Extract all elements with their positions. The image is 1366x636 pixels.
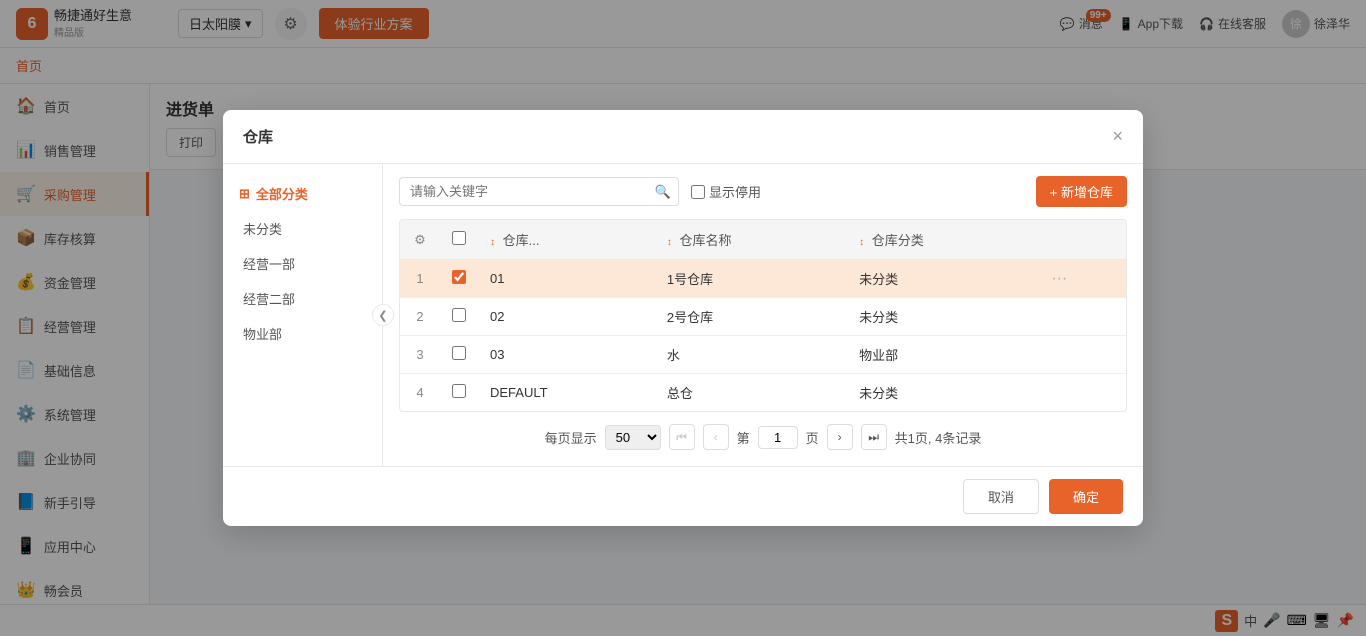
prev-page-button[interactable]: ‹ bbox=[703, 424, 729, 450]
warehouse-table-wrap: ⚙ ↕ 仓库... ↕ 仓库名称 bbox=[399, 219, 1127, 412]
category-label-3: 物业部 bbox=[243, 327, 282, 342]
row-code: DEFAULT bbox=[478, 374, 655, 412]
row-index: 3 bbox=[400, 336, 440, 374]
row-category: 未分类 bbox=[847, 374, 1039, 412]
col-code-header: ↕ 仓库... bbox=[478, 220, 655, 260]
table-panel: 🔍 显示停用 + 新增仓库 ⚙ bbox=[383, 164, 1143, 466]
sort-icon-code: ↕ bbox=[490, 237, 495, 248]
grid-icon: ⊞ bbox=[239, 186, 250, 202]
row-actions[interactable] bbox=[1039, 336, 1126, 374]
row-actions[interactable] bbox=[1039, 374, 1126, 412]
next-page-button[interactable]: › bbox=[827, 424, 853, 450]
all-category-label: 全部分类 bbox=[256, 184, 308, 203]
dialog-header: 仓库 × bbox=[223, 110, 1143, 164]
all-category-item[interactable]: ⊞ 全部分类 bbox=[223, 176, 382, 211]
row-checkbox-cell[interactable] bbox=[440, 374, 478, 412]
row-actions[interactable] bbox=[1039, 298, 1126, 336]
search-bar: 🔍 显示停用 + 新增仓库 bbox=[399, 176, 1127, 207]
page-number-input[interactable] bbox=[758, 426, 798, 449]
col-name-header: ↕ 仓库名称 bbox=[655, 220, 847, 260]
row-checkbox[interactable] bbox=[452, 346, 466, 360]
sort-icon-name: ↕ bbox=[667, 237, 672, 248]
category-label-0: 未分类 bbox=[243, 222, 282, 237]
col-checkbox-header[interactable] bbox=[440, 220, 478, 260]
row-name: 2号仓库 bbox=[655, 298, 847, 336]
row-checkbox-cell[interactable] bbox=[440, 336, 478, 374]
collapse-panel-button[interactable]: ❮ bbox=[372, 304, 394, 326]
search-input[interactable] bbox=[399, 177, 679, 206]
row-checkbox[interactable] bbox=[452, 308, 466, 322]
category-item-1[interactable]: 经营一部 bbox=[223, 246, 382, 281]
add-warehouse-button[interactable]: + 新增仓库 bbox=[1036, 176, 1127, 207]
total-label: 共1页, 4条记录 bbox=[895, 428, 982, 447]
page-unit-label: 页 bbox=[806, 428, 819, 447]
last-page-button[interactable]: ⏭ bbox=[861, 424, 887, 450]
row-checkbox-cell[interactable] bbox=[440, 260, 478, 298]
col-settings[interactable]: ⚙ bbox=[400, 220, 440, 260]
row-name: 总仓 bbox=[655, 374, 847, 412]
show-disabled-label[interactable]: 显示停用 bbox=[691, 182, 761, 201]
table-row[interactable]: 1 01 1号仓库 未分类 ··· bbox=[400, 260, 1126, 298]
col-actions-header bbox=[1039, 220, 1126, 260]
table-row[interactable]: 4 DEFAULT 总仓 未分类 bbox=[400, 374, 1126, 412]
row-name: 水 bbox=[655, 336, 847, 374]
category-label-2: 经营二部 bbox=[243, 292, 295, 307]
search-input-wrap: 🔍 bbox=[399, 177, 679, 206]
page-word: 第 bbox=[737, 428, 750, 447]
show-disabled-checkbox[interactable] bbox=[691, 185, 705, 199]
table-header-row: ⚙ ↕ 仓库... ↕ 仓库名称 bbox=[400, 220, 1126, 260]
pagination: 每页显示 50 20 100 ⏮ ‹ 第 页 › ⏭ 共1页, 4条记录 bbox=[399, 412, 1127, 454]
category-item-2[interactable]: 经营二部 bbox=[223, 281, 382, 316]
dialog-body: ⊞ 全部分类 未分类 经营一部 经营二部 物业部 ❮ 🔍 bbox=[223, 164, 1143, 466]
per-page-label: 每页显示 bbox=[545, 428, 597, 447]
settings-col-icon: ⚙ bbox=[414, 232, 426, 247]
dialog-footer: 取消 确定 bbox=[223, 466, 1143, 526]
confirm-button[interactable]: 确定 bbox=[1049, 479, 1123, 514]
row-code: 03 bbox=[478, 336, 655, 374]
table-row[interactable]: 3 03 水 物业部 bbox=[400, 336, 1126, 374]
row-category: 未分类 bbox=[847, 260, 1039, 298]
sort-icon-category: ↕ bbox=[859, 237, 864, 248]
category-item-3[interactable]: 物业部 bbox=[223, 316, 382, 351]
row-code: 01 bbox=[478, 260, 655, 298]
select-all-checkbox[interactable] bbox=[452, 231, 466, 245]
row-checkbox[interactable] bbox=[452, 384, 466, 398]
search-icon[interactable]: 🔍 bbox=[655, 184, 671, 200]
row-name: 1号仓库 bbox=[655, 260, 847, 298]
table-row[interactable]: 2 02 2号仓库 未分类 bbox=[400, 298, 1126, 336]
warehouse-dialog: 仓库 × ⊞ 全部分类 未分类 经营一部 经营二部 物业部 ❮ bbox=[223, 110, 1143, 526]
dialog-title: 仓库 bbox=[243, 126, 273, 147]
dialog-close-button[interactable]: × bbox=[1112, 126, 1123, 147]
cancel-button[interactable]: 取消 bbox=[963, 479, 1039, 514]
per-page-select[interactable]: 50 20 100 bbox=[605, 425, 661, 450]
first-page-button[interactable]: ⏮ bbox=[669, 424, 695, 450]
row-index: 2 bbox=[400, 298, 440, 336]
row-actions[interactable]: ··· bbox=[1039, 260, 1126, 298]
category-panel: ⊞ 全部分类 未分类 经营一部 经营二部 物业部 ❮ bbox=[223, 164, 383, 466]
row-code: 02 bbox=[478, 298, 655, 336]
warehouse-table: ⚙ ↕ 仓库... ↕ 仓库名称 bbox=[400, 220, 1126, 411]
category-label-1: 经营一部 bbox=[243, 257, 295, 272]
col-category-header: ↕ 仓库分类 bbox=[847, 220, 1039, 260]
row-index: 1 bbox=[400, 260, 440, 298]
table-body: 1 01 1号仓库 未分类 ··· 2 02 2号仓库 未分类 3 03 水 物… bbox=[400, 260, 1126, 412]
row-checkbox[interactable] bbox=[452, 270, 466, 284]
row-category: 未分类 bbox=[847, 298, 1039, 336]
category-item-0[interactable]: 未分类 bbox=[223, 211, 382, 246]
row-more-button[interactable]: ··· bbox=[1051, 270, 1067, 288]
row-checkbox-cell[interactable] bbox=[440, 298, 478, 336]
row-index: 4 bbox=[400, 374, 440, 412]
row-category: 物业部 bbox=[847, 336, 1039, 374]
